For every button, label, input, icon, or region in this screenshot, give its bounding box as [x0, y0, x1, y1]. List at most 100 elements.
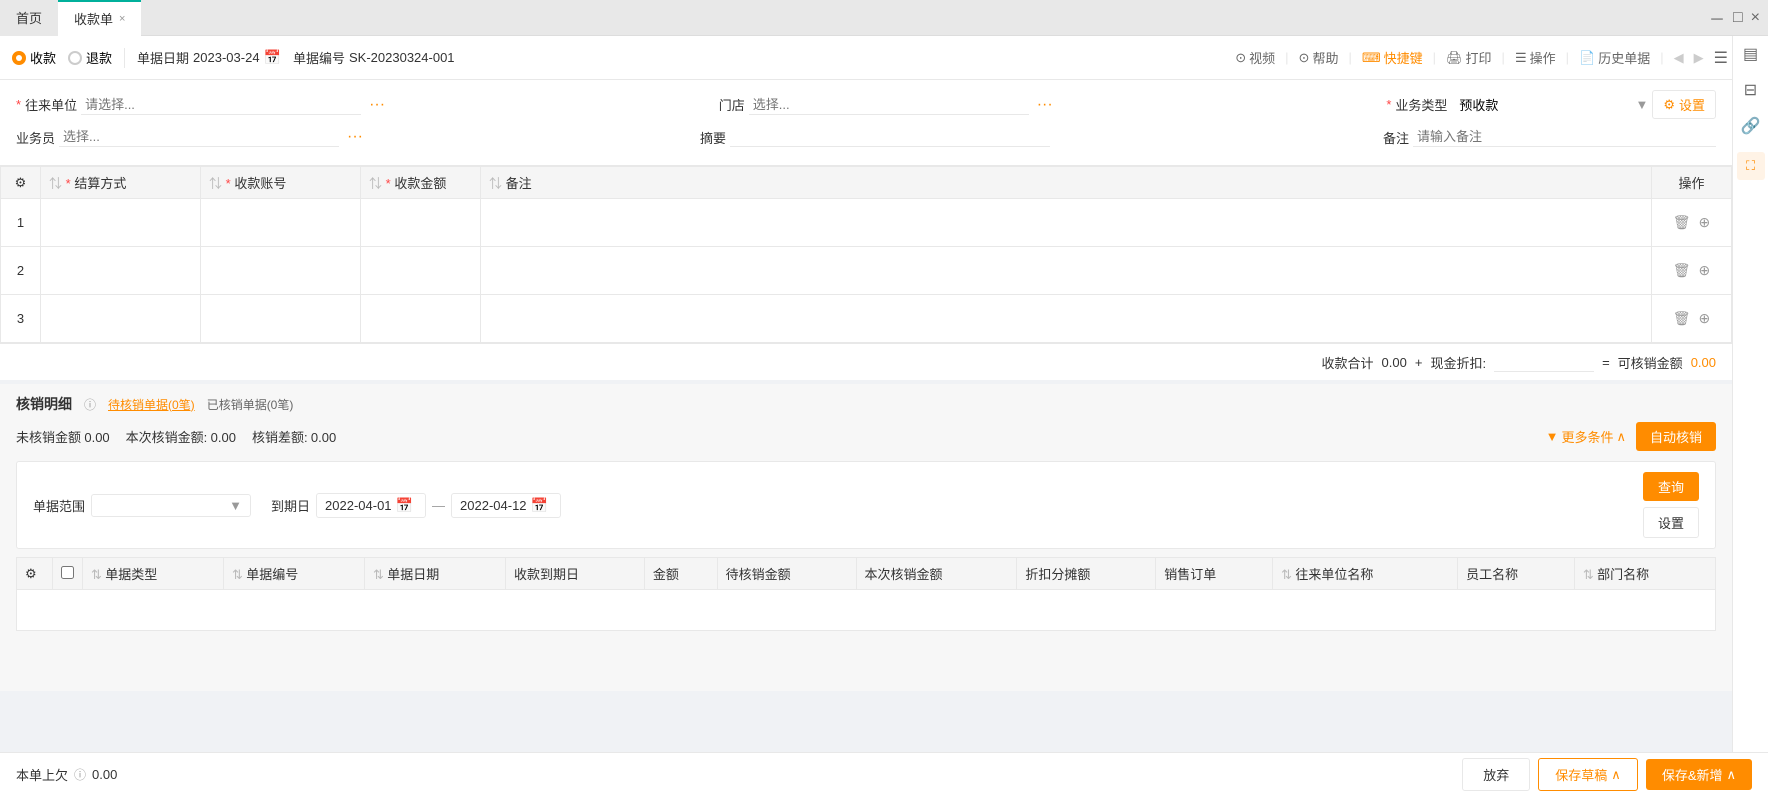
sort-icon[interactable]: ⇅	[49, 176, 62, 191]
number-field: 单据编号 SK-20230324-001	[293, 48, 455, 67]
ops-btn[interactable]: ☰ 操作	[1515, 48, 1556, 67]
hx-tab-pending[interactable]: 待核销单据(0笔)	[108, 396, 195, 413]
sort-icon-counterpart[interactable]: ⇅	[1281, 567, 1292, 582]
save-draft-chevron[interactable]: ∧	[1611, 767, 1621, 783]
row-1-account[interactable]	[201, 199, 361, 247]
col-op-header: 操作	[1652, 167, 1732, 199]
save-new-chevron[interactable]: ∧	[1726, 767, 1736, 783]
sidebar-icon-2[interactable]: ⊟	[1744, 80, 1757, 100]
bottom-col-dept: ⇅ 部门名称	[1574, 558, 1715, 590]
store-more-btn[interactable]: ···	[1033, 96, 1057, 114]
delete-icon-3[interactable]: 🗑	[1673, 310, 1691, 327]
sidebar-icon-4[interactable]: ⛶	[1737, 152, 1765, 180]
radio-shoukuan[interactable]: 收款	[12, 48, 56, 67]
help-btn[interactable]: ⊙ 帮助	[1299, 48, 1339, 67]
sort-icon3[interactable]: ⇅	[369, 176, 382, 191]
calendar-to-icon: 📅	[531, 497, 548, 514]
footer-info-icon[interactable]: ⓘ	[74, 766, 86, 783]
row-1-settle[interactable]	[41, 199, 201, 247]
row-1-op: 🗑 ⊕	[1652, 199, 1732, 247]
delete-icon-2[interactable]: 🗑	[1673, 262, 1691, 279]
nav-next-icon[interactable]: ▶	[1694, 50, 1704, 66]
radio-shoukuan-dot	[12, 51, 26, 65]
row-3-settle[interactable]	[41, 295, 201, 343]
hx-settings-button[interactable]: 设置	[1643, 507, 1699, 538]
copy-icon-2[interactable]: ⊕	[1699, 262, 1711, 279]
radio-tuikuan[interactable]: 退款	[68, 48, 112, 67]
row-2-amount[interactable]	[361, 247, 481, 295]
save-new-button[interactable]: 保存&新增 ∧	[1646, 759, 1752, 790]
summary-input[interactable]	[730, 127, 1050, 147]
row-3-amount[interactable]	[361, 295, 481, 343]
shortcuts-btn[interactable]: ⌨ 快捷键	[1362, 48, 1423, 67]
auto-hx-button[interactable]: 自动核销	[1636, 422, 1716, 451]
remark-input[interactable]	[1413, 127, 1716, 147]
sort-icon4[interactable]: ⇅	[489, 176, 502, 191]
history-btn[interactable]: 📄 历史单据	[1579, 48, 1650, 67]
sort-icon-dept[interactable]: ⇅	[1583, 567, 1594, 582]
table-section: ⚙ ⇅ * 结算方式 ⇅ * 收款账号 ⇅	[0, 166, 1732, 380]
hx-info-icon[interactable]: ⓘ	[84, 396, 96, 413]
save-draft-button[interactable]: 保存草稿 ∧	[1538, 758, 1638, 791]
table-settings-icon[interactable]: ⚙	[15, 175, 27, 190]
bottom-col-settings[interactable]: ⚙	[17, 558, 53, 590]
sidebar-icon-3[interactable]: 🔗	[1741, 116, 1761, 136]
store-input[interactable]	[749, 95, 1029, 115]
row-1-remark[interactable]	[481, 199, 1652, 247]
bottom-col-checkbox[interactable]	[53, 558, 83, 590]
select-all-checkbox[interactable]	[61, 566, 74, 579]
bottom-col-employee: 员工名称	[1458, 558, 1575, 590]
range-select[interactable]: ▼	[91, 494, 251, 517]
sidebar-icon-1[interactable]: ▤	[1743, 44, 1758, 64]
print-icon: 🖨	[1446, 50, 1463, 66]
sort-icon-type[interactable]: ⇅	[91, 567, 102, 582]
row-1-amount[interactable]	[361, 199, 481, 247]
counterpart-more-btn[interactable]: ···	[365, 96, 389, 114]
row-2-settle[interactable]	[41, 247, 201, 295]
delete-icon[interactable]: 🗑	[1673, 214, 1691, 231]
row-3-op: 🗑 ⊕	[1652, 295, 1732, 343]
nav-prev-icon[interactable]: ◀	[1674, 50, 1684, 66]
business-type-dropdown-icon[interactable]: ▼	[1635, 97, 1648, 112]
copy-icon[interactable]: ⊕	[1699, 214, 1711, 231]
tab-shoukuan[interactable]: 收款单 ×	[58, 0, 141, 36]
sort-icon2[interactable]: ⇅	[209, 176, 222, 191]
salesperson-more-btn[interactable]: ···	[343, 128, 367, 146]
tab-close-icon[interactable]: ×	[119, 13, 125, 25]
view-list-icon[interactable]: ☰	[1714, 48, 1728, 68]
settings-btn-label: 设置	[1679, 95, 1705, 114]
sort-icon-number[interactable]: ⇅	[232, 567, 243, 582]
sort-icon-date[interactable]: ⇅	[373, 567, 384, 582]
row-3-remark[interactable]	[481, 295, 1652, 343]
date-to-input[interactable]: 2022-04-12 📅	[451, 493, 561, 518]
hx-tab-done[interactable]: 已核销单据(0笔)	[207, 396, 294, 413]
video-btn[interactable]: ⊙ 视频	[1235, 48, 1275, 67]
abandon-button[interactable]: 放弃	[1462, 758, 1530, 791]
settings-button[interactable]: ⚙ 设置	[1652, 90, 1716, 119]
col-amount-header: ⇅ * 收款金额	[361, 167, 481, 199]
copy-icon-3[interactable]: ⊕	[1699, 310, 1711, 327]
discount-input[interactable]	[1494, 352, 1594, 372]
discount-label: 现金折扣:	[1430, 353, 1486, 372]
counterpart-input[interactable]	[81, 95, 361, 115]
tab-home[interactable]: 首页	[0, 0, 58, 36]
print-btn[interactable]: 🖨 打印	[1446, 48, 1492, 67]
salesperson-input[interactable]	[59, 127, 339, 147]
row-2-remark[interactable]	[481, 247, 1652, 295]
bottom-settings-icon[interactable]: ⚙	[25, 566, 37, 581]
more-conditions-btn[interactable]: ▼ 更多条件 ∧	[1546, 427, 1626, 446]
row-3-account[interactable]	[201, 295, 361, 343]
bottom-col-counterpart: ⇅ 往来单位名称	[1273, 558, 1458, 590]
query-button[interactable]: 查询	[1643, 472, 1699, 501]
range-dropdown-icon: ▼	[229, 498, 242, 513]
window-restore-icon[interactable]: □	[1733, 9, 1743, 27]
window-close-icon[interactable]: ×	[1751, 9, 1760, 27]
date-from-input[interactable]: 2022-04-01 📅	[316, 493, 426, 518]
row-2-account[interactable]	[201, 247, 361, 295]
calendar-icon[interactable]: 📅	[264, 49, 281, 66]
col-settings-header[interactable]: ⚙	[1, 167, 41, 199]
window-minimize-icon[interactable]: －	[1709, 6, 1725, 30]
form-row-2: 业务员 ··· 摘要 备注	[16, 127, 1716, 147]
bottom-col-amount: 金额	[644, 558, 717, 590]
col-current-hx-label: 本次核销金额	[865, 567, 943, 582]
